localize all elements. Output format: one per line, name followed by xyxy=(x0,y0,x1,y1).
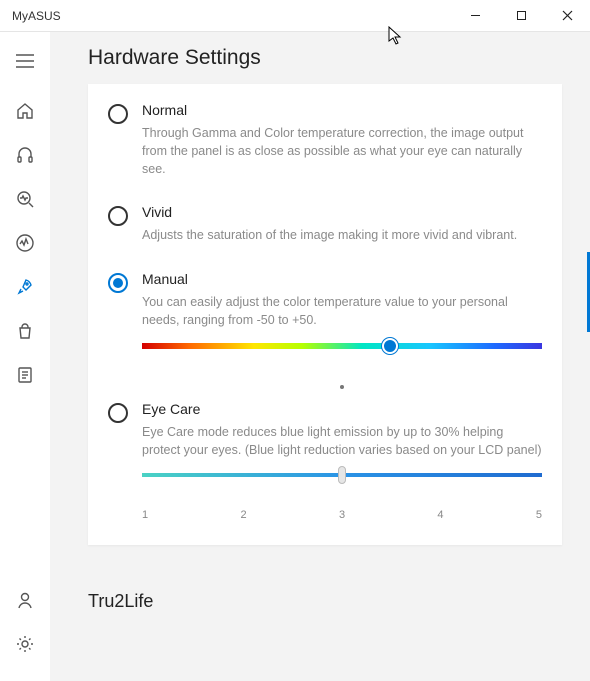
option-label: Vivid xyxy=(142,204,542,220)
sidebar xyxy=(0,32,50,681)
radio-eyecare[interactable] xyxy=(108,403,128,423)
document-icon[interactable] xyxy=(14,364,36,386)
title-bar: MyASUS xyxy=(0,0,590,32)
option-manual[interactable]: Manual You can easily adjust the color t… xyxy=(108,259,542,389)
user-icon[interactable] xyxy=(14,589,36,611)
section-tru2life: Tru2Life xyxy=(88,591,562,612)
option-label: Normal xyxy=(142,102,542,118)
color-temp-thumb[interactable] xyxy=(382,338,398,354)
tick: 3 xyxy=(339,509,345,521)
option-label: Eye Care xyxy=(142,401,542,417)
option-desc: Through Gamma and Color temperature corr… xyxy=(142,124,542,178)
display-mode-card: Normal Through Gamma and Color temperatu… xyxy=(88,84,562,545)
menu-icon[interactable] xyxy=(14,50,36,72)
maximize-button[interactable] xyxy=(498,0,544,32)
radio-vivid[interactable] xyxy=(108,206,128,226)
tuning-icon[interactable] xyxy=(14,232,36,254)
option-eyecare[interactable]: Eye Care Eye Care mode reduces blue ligh… xyxy=(108,389,542,521)
page-title: Hardware Settings xyxy=(88,46,562,70)
option-desc: Eye Care mode reduces blue light emissio… xyxy=(142,423,542,459)
headset-icon[interactable] xyxy=(14,144,36,166)
content-area: Hardware Settings Normal Through Gamma a… xyxy=(50,32,590,681)
eyecare-thumb[interactable] xyxy=(338,466,346,484)
color-temp-slider[interactable] xyxy=(142,343,542,371)
rocket-icon[interactable] xyxy=(14,276,36,298)
settings-icon[interactable] xyxy=(14,633,36,655)
color-temp-track xyxy=(142,343,542,349)
tick: 4 xyxy=(437,509,443,521)
radio-manual[interactable] xyxy=(108,273,128,293)
tick: 5 xyxy=(536,509,542,521)
center-marker xyxy=(340,385,344,389)
radio-normal[interactable] xyxy=(108,104,128,124)
tick: 2 xyxy=(240,509,246,521)
tick: 1 xyxy=(142,509,148,521)
option-desc: Adjusts the saturation of the image maki… xyxy=(142,226,542,244)
shopping-bag-icon[interactable] xyxy=(14,320,36,342)
eyecare-slider[interactable] xyxy=(142,473,542,501)
option-normal[interactable]: Normal Through Gamma and Color temperatu… xyxy=(108,90,542,192)
home-icon[interactable] xyxy=(14,100,36,122)
diagnostics-icon[interactable] xyxy=(14,188,36,210)
app-title: MyASUS xyxy=(12,9,61,23)
option-desc: You can easily adjust the color temperat… xyxy=(142,293,542,329)
option-vivid[interactable]: Vivid Adjusts the saturation of the imag… xyxy=(108,192,542,258)
eyecare-ticks: 1 2 3 4 5 xyxy=(142,509,542,521)
close-button[interactable] xyxy=(544,0,590,32)
minimize-button[interactable] xyxy=(452,0,498,32)
option-label: Manual xyxy=(142,271,542,287)
